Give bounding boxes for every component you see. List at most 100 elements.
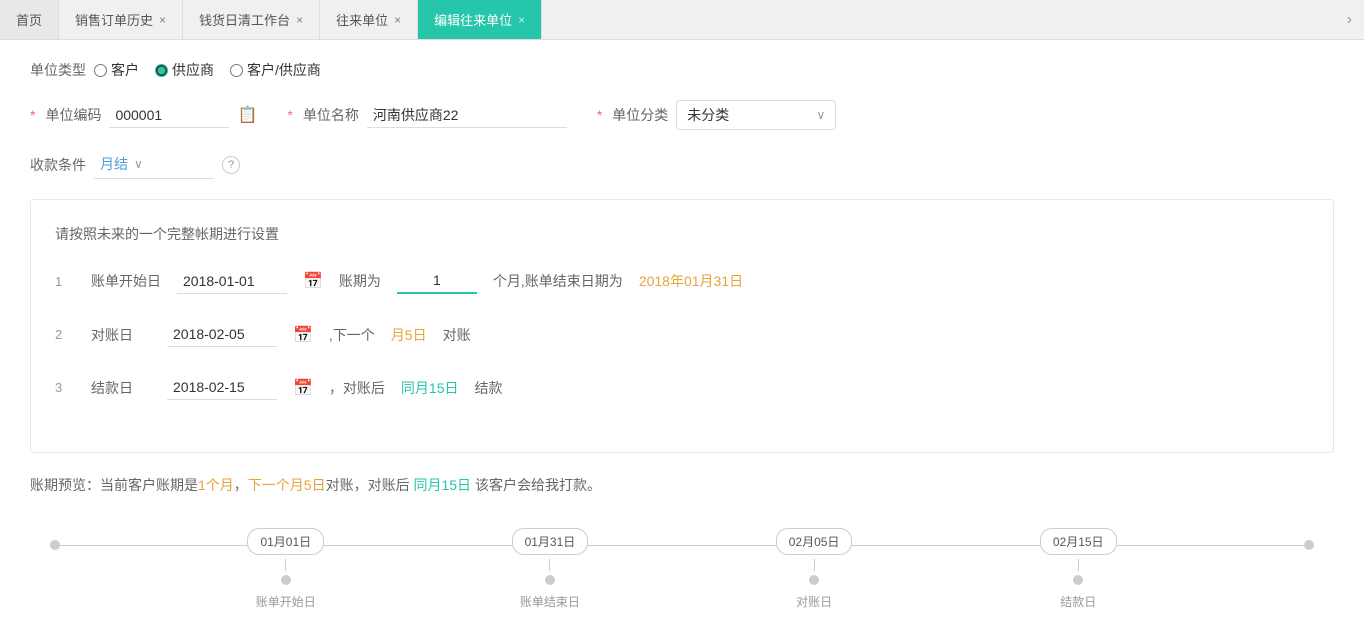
radio-customer[interactable]: 客户 bbox=[94, 60, 139, 80]
radio-both-label: 客户/供应商 bbox=[247, 60, 321, 80]
unit-category-value: 未分类 bbox=[687, 105, 729, 125]
radio-group: 客户 供应商 客户/供应商 bbox=[94, 60, 321, 80]
tab-sales-history[interactable]: 销售订单历史 × bbox=[59, 0, 183, 39]
timeline-line-2 bbox=[324, 545, 511, 546]
unit-category-dropdown[interactable]: 未分类 ∨ bbox=[676, 100, 836, 130]
payment-cal-icon[interactable]: 📅 bbox=[293, 378, 313, 398]
tab-cash-work[interactable]: 钱货日清工作台 × bbox=[183, 0, 320, 39]
unit-name-field: * 单位名称 bbox=[287, 103, 566, 128]
payment-prefix: ，对账后 bbox=[329, 378, 385, 398]
unit-type-label: 单位类型 bbox=[30, 60, 86, 80]
tab-sales-history-label: 销售订单历史 bbox=[75, 10, 153, 29]
setting-num-1: 1 bbox=[55, 274, 75, 289]
tab-home-label: 首页 bbox=[16, 10, 42, 29]
timeline-node-2: 01月31日 账单结束日 bbox=[512, 528, 589, 610]
preview-middle: 对账，对账后 bbox=[326, 477, 410, 493]
reconcile-prefix: ,下一个 bbox=[329, 325, 375, 345]
timeline-node-4: 02月15日 结款日 bbox=[1040, 528, 1117, 610]
radio-supplier-label: 供应商 bbox=[172, 60, 214, 80]
timeline: 01月01日 账单开始日 01月31日 账单结束日 02月05日 对账日 02月… bbox=[30, 528, 1334, 610]
setting-row-2: 2 对账日 📅 ,下一个月5日对账 bbox=[55, 322, 1309, 347]
timeline-node-3: 02月05日 对账日 bbox=[776, 528, 853, 610]
preview-sep1: ， bbox=[234, 477, 248, 493]
tab-partner-close[interactable]: × bbox=[394, 13, 401, 27]
unit-code-icon[interactable]: 📋 bbox=[237, 105, 257, 125]
reconcile-suffix: 对账 bbox=[443, 325, 471, 345]
timeline-stem-2 bbox=[549, 559, 550, 571]
timeline-left-end bbox=[50, 540, 60, 550]
preview-label: 账期预览：当前客户账期是 bbox=[30, 477, 198, 493]
payment-label: 收款条件 bbox=[30, 155, 86, 175]
setting-label-2: 对账日 bbox=[91, 325, 151, 345]
timeline-node-1: 01月01日 账单开始日 bbox=[247, 528, 324, 610]
timeline-left-dot bbox=[50, 540, 60, 550]
timeline-dot-1 bbox=[281, 575, 291, 585]
timeline-line-3 bbox=[588, 545, 775, 546]
setting-num-2: 2 bbox=[55, 327, 75, 342]
timeline-stem-1 bbox=[285, 559, 286, 571]
radio-customer-input[interactable] bbox=[94, 64, 107, 77]
period-value-input[interactable] bbox=[397, 268, 477, 294]
reconcile-cal-icon[interactable]: 📅 bbox=[293, 325, 313, 345]
timeline-line-5 bbox=[1117, 545, 1304, 546]
account-start-cal-icon[interactable]: 📅 bbox=[303, 271, 323, 291]
setting-label-1: 账单开始日 bbox=[91, 271, 161, 291]
main-content: 单位类型 客户 供应商 客户/供应商 * 单位编码 bbox=[0, 40, 1364, 630]
timeline-pill-1: 01月01日 bbox=[247, 528, 324, 555]
preview-part3: 同月15日 bbox=[413, 477, 471, 493]
payment-dropdown[interactable]: 月结 ∨ bbox=[94, 150, 214, 179]
timeline-stem-3 bbox=[814, 559, 815, 571]
payment-row: 收款条件 月结 ∨ ? bbox=[30, 150, 1334, 179]
unit-info-row: * 单位编码 📋 * 单位名称 * 单位分类 未分类 ∨ bbox=[30, 100, 1334, 130]
payment-arrow-icon: ∨ bbox=[134, 157, 143, 171]
unit-type-row: 单位类型 客户 供应商 客户/供应商 bbox=[30, 60, 1334, 80]
reconcile-date-input[interactable] bbox=[167, 322, 277, 347]
timeline-dot-4 bbox=[1073, 575, 1083, 585]
settings-title: 请按照未来的一个完整帐期进行设置 bbox=[55, 224, 1309, 244]
unit-type-field: 单位类型 客户 供应商 客户/供应商 bbox=[30, 60, 321, 80]
unit-category-field: * 单位分类 未分类 ∨ bbox=[597, 100, 836, 130]
unit-name-star: * bbox=[287, 107, 292, 123]
account-start-date-input[interactable] bbox=[177, 269, 287, 294]
unit-name-label: 单位名称 bbox=[303, 105, 359, 125]
radio-both-input[interactable] bbox=[230, 64, 243, 77]
tab-partner-label: 往来单位 bbox=[336, 10, 388, 29]
timeline-right-dot bbox=[1304, 540, 1314, 550]
tab-partner[interactable]: 往来单位 × bbox=[320, 0, 418, 39]
tab-home[interactable]: 首页 bbox=[0, 0, 59, 39]
preview-part1: 1个月 bbox=[198, 477, 234, 493]
tab-edit-partner[interactable]: 编辑往来单位 × bbox=[418, 0, 542, 39]
tab-bar: 首页 销售订单历史 × 钱货日清工作台 × 往来单位 × 编辑往来单位 × › bbox=[0, 0, 1364, 40]
payment-date-input[interactable] bbox=[167, 375, 277, 400]
timeline-dot-3 bbox=[809, 575, 819, 585]
tab-cash-work-close[interactable]: × bbox=[296, 13, 303, 27]
unit-category-arrow-icon: ∨ bbox=[816, 108, 825, 122]
setting-num-3: 3 bbox=[55, 380, 75, 395]
preview-part2: 下一个月5日 bbox=[248, 477, 326, 493]
unit-code-field: * 单位编码 📋 bbox=[30, 103, 257, 128]
tab-edit-partner-close[interactable]: × bbox=[518, 13, 525, 27]
unit-code-input[interactable] bbox=[109, 103, 229, 128]
payment-value: 月结 bbox=[100, 154, 128, 174]
period-label: 账期为 bbox=[339, 271, 381, 291]
timeline-pill-4: 02月15日 bbox=[1040, 528, 1117, 555]
payment-suffix: 结款 bbox=[475, 378, 503, 398]
payment-field: 收款条件 月结 ∨ ? bbox=[30, 150, 240, 179]
timeline-right-end bbox=[1304, 540, 1314, 550]
setting-row-3: 3 结款日 📅 ，对账后同月15日结款 bbox=[55, 375, 1309, 400]
preview-end: 该客户会给我打款。 bbox=[475, 477, 601, 493]
timeline-stem-4 bbox=[1078, 559, 1079, 571]
payment-highlight: 同月15日 bbox=[401, 378, 459, 398]
period-end-date: 2018年01月31日 bbox=[639, 271, 743, 291]
radio-supplier-input[interactable] bbox=[155, 64, 168, 77]
radio-customer-label: 客户 bbox=[111, 60, 139, 80]
payment-help-icon[interactable]: ? bbox=[222, 156, 240, 174]
tab-cash-work-label: 钱货日清工作台 bbox=[199, 10, 290, 29]
tab-more-button[interactable]: › bbox=[1335, 11, 1364, 29]
unit-name-input[interactable] bbox=[367, 103, 567, 128]
radio-supplier[interactable]: 供应商 bbox=[155, 60, 214, 80]
tab-sales-history-close[interactable]: × bbox=[159, 13, 166, 27]
reconcile-highlight: 月5日 bbox=[391, 325, 427, 345]
radio-both[interactable]: 客户/供应商 bbox=[230, 60, 321, 80]
preview-section: 账期预览：当前客户账期是1个月，下一个月5日对账，对账后 同月15日 该客户会给… bbox=[30, 473, 1334, 498]
